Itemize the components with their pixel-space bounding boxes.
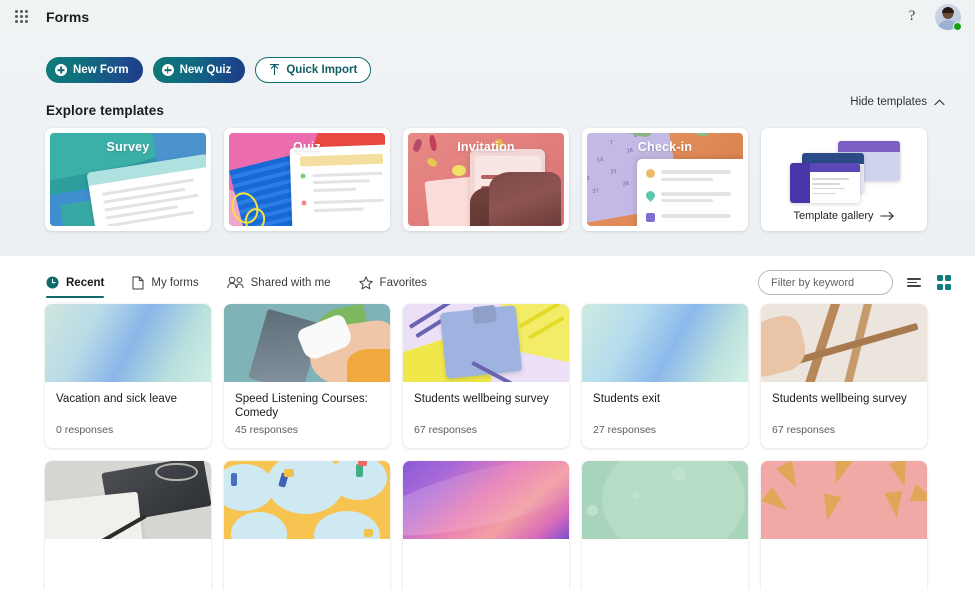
- form-card[interactable]: [403, 461, 569, 590]
- form-card[interactable]: [582, 461, 748, 590]
- template-gallery-label-row: Template gallery: [793, 210, 894, 222]
- app-header: Forms ?: [0, 0, 975, 33]
- template-card-quiz[interactable]: Quiz: [224, 128, 390, 231]
- new-form-button[interactable]: New Form: [46, 57, 143, 83]
- checkin-thumbnail: 7 8 14 16 22 0 21 29 27 28: [587, 133, 743, 226]
- template-label: Survey: [106, 140, 150, 154]
- tab-label: Shared with me: [250, 276, 331, 289]
- upload-arrow-icon: [270, 64, 280, 75]
- form-card[interactable]: Students exit 27 responses: [582, 304, 748, 448]
- form-title: Vacation and sick leave: [56, 393, 178, 405]
- form-card[interactable]: [45, 461, 211, 590]
- tab-recent[interactable]: Recent: [46, 276, 105, 298]
- list-icon: [907, 276, 921, 290]
- quick-import-button[interactable]: Quick Import: [255, 57, 372, 83]
- form-title: Students wellbeing survey: [772, 393, 907, 405]
- template-card-survey[interactable]: Survey: [45, 128, 211, 231]
- template-label: Quiz: [293, 140, 321, 154]
- template-card-checkin[interactable]: 7 8 14 16 22 0 21 29 27 28: [582, 128, 748, 231]
- help-icon[interactable]: ?: [899, 4, 925, 30]
- document-icon: [132, 276, 144, 290]
- grid-icon: [936, 275, 952, 290]
- template-gallery-label: Template gallery: [793, 210, 874, 222]
- template-label: Invitation: [457, 140, 515, 154]
- form-thumbnail: [582, 461, 748, 539]
- form-thumbnail: [45, 304, 211, 382]
- tab-shared-with-me[interactable]: Shared with me: [226, 276, 331, 298]
- presence-badge: [953, 21, 962, 31]
- form-thumbnail: [403, 461, 569, 539]
- form-responses: 67 responses: [414, 424, 478, 436]
- templates-section: New Form New Quiz Quick Import Hide temp…: [0, 33, 975, 256]
- template-card-list: Survey Quiz Invitation 7 8 14 16 22 0 21…: [0, 128, 975, 231]
- explore-templates-heading: Explore templates: [46, 103, 164, 118]
- app-title: Forms: [46, 8, 90, 25]
- list-view-button[interactable]: [905, 274, 923, 292]
- quick-import-label: Quick Import: [286, 64, 358, 76]
- form-thumbnail: [224, 304, 390, 382]
- form-thumbnail: [761, 461, 927, 539]
- tab-label: Recent: [66, 276, 105, 289]
- forms-tabs: Recent My forms Shared with me Favorites…: [0, 256, 975, 304]
- new-quiz-button[interactable]: New Quiz: [152, 57, 246, 83]
- form-thumbnail: [582, 304, 748, 382]
- form-card[interactable]: Students wellbeing survey 67 responses: [403, 304, 569, 448]
- form-card[interactable]: Vacation and sick leave 0 responses: [45, 304, 211, 448]
- forms-card-scroll[interactable]: Vacation and sick leave 0 responses Spee…: [0, 304, 975, 590]
- tab-label: Favorites: [379, 276, 427, 289]
- forms-card-grid: Vacation and sick leave 0 responses Spee…: [45, 304, 945, 590]
- list-tools: [758, 270, 953, 304]
- forms-list-section: Recent My forms Shared with me Favorites…: [0, 256, 975, 590]
- template-card-invitation[interactable]: Invitation: [403, 128, 569, 231]
- action-toolbar: New Form New Quiz Quick Import: [0, 33, 975, 83]
- form-thumbnail: [403, 304, 569, 382]
- tab-label: My forms: [151, 276, 199, 289]
- form-thumbnail: [224, 461, 390, 539]
- form-thumbnail: [45, 461, 211, 539]
- template-label: Check-in: [637, 140, 693, 154]
- avatar[interactable]: [935, 3, 962, 31]
- new-quiz-label: New Quiz: [179, 64, 232, 76]
- form-thumbnail: [761, 304, 927, 382]
- form-responses: 67 responses: [772, 424, 836, 436]
- plus-icon: [55, 64, 67, 76]
- clock-icon: [46, 276, 59, 289]
- hide-templates-label: Hide templates: [850, 96, 927, 108]
- form-card[interactable]: [761, 461, 927, 590]
- quiz-thumbnail: Quiz: [229, 133, 385, 226]
- form-card[interactable]: Students wellbeing survey 67 responses: [761, 304, 927, 448]
- app-launcher-icon[interactable]: [8, 4, 34, 30]
- form-responses: 0 responses: [56, 424, 114, 436]
- tab-favorites[interactable]: Favorites: [358, 276, 427, 299]
- form-responses: 45 responses: [235, 424, 299, 436]
- arrow-right-icon: [879, 211, 894, 221]
- template-gallery-card[interactable]: Template gallery: [761, 128, 927, 231]
- header-actions: ?: [899, 3, 962, 31]
- plus-icon: [161, 64, 174, 76]
- search-input[interactable]: [758, 270, 893, 295]
- tab-my-forms[interactable]: My forms: [132, 276, 199, 299]
- people-icon: [226, 276, 244, 289]
- form-title: Students wellbeing survey: [414, 393, 549, 405]
- new-form-label: New Form: [73, 64, 129, 76]
- grid-view-button[interactable]: [935, 274, 953, 292]
- form-title: Speed Listening Courses: Comedy: [235, 393, 368, 419]
- form-card[interactable]: Speed Listening Courses: Comedy 45 respo…: [224, 304, 390, 448]
- hide-templates-button[interactable]: Hide templates: [850, 96, 945, 108]
- template-gallery-thumbnail: [788, 141, 900, 203]
- survey-thumbnail: Survey: [50, 133, 206, 226]
- invitation-thumbnail: Invitation: [408, 133, 564, 226]
- form-responses: 27 responses: [593, 424, 657, 436]
- chevron-up-icon: [934, 99, 945, 105]
- star-icon: [358, 276, 373, 290]
- form-title: Students exit: [593, 393, 661, 405]
- form-card[interactable]: [224, 461, 390, 590]
